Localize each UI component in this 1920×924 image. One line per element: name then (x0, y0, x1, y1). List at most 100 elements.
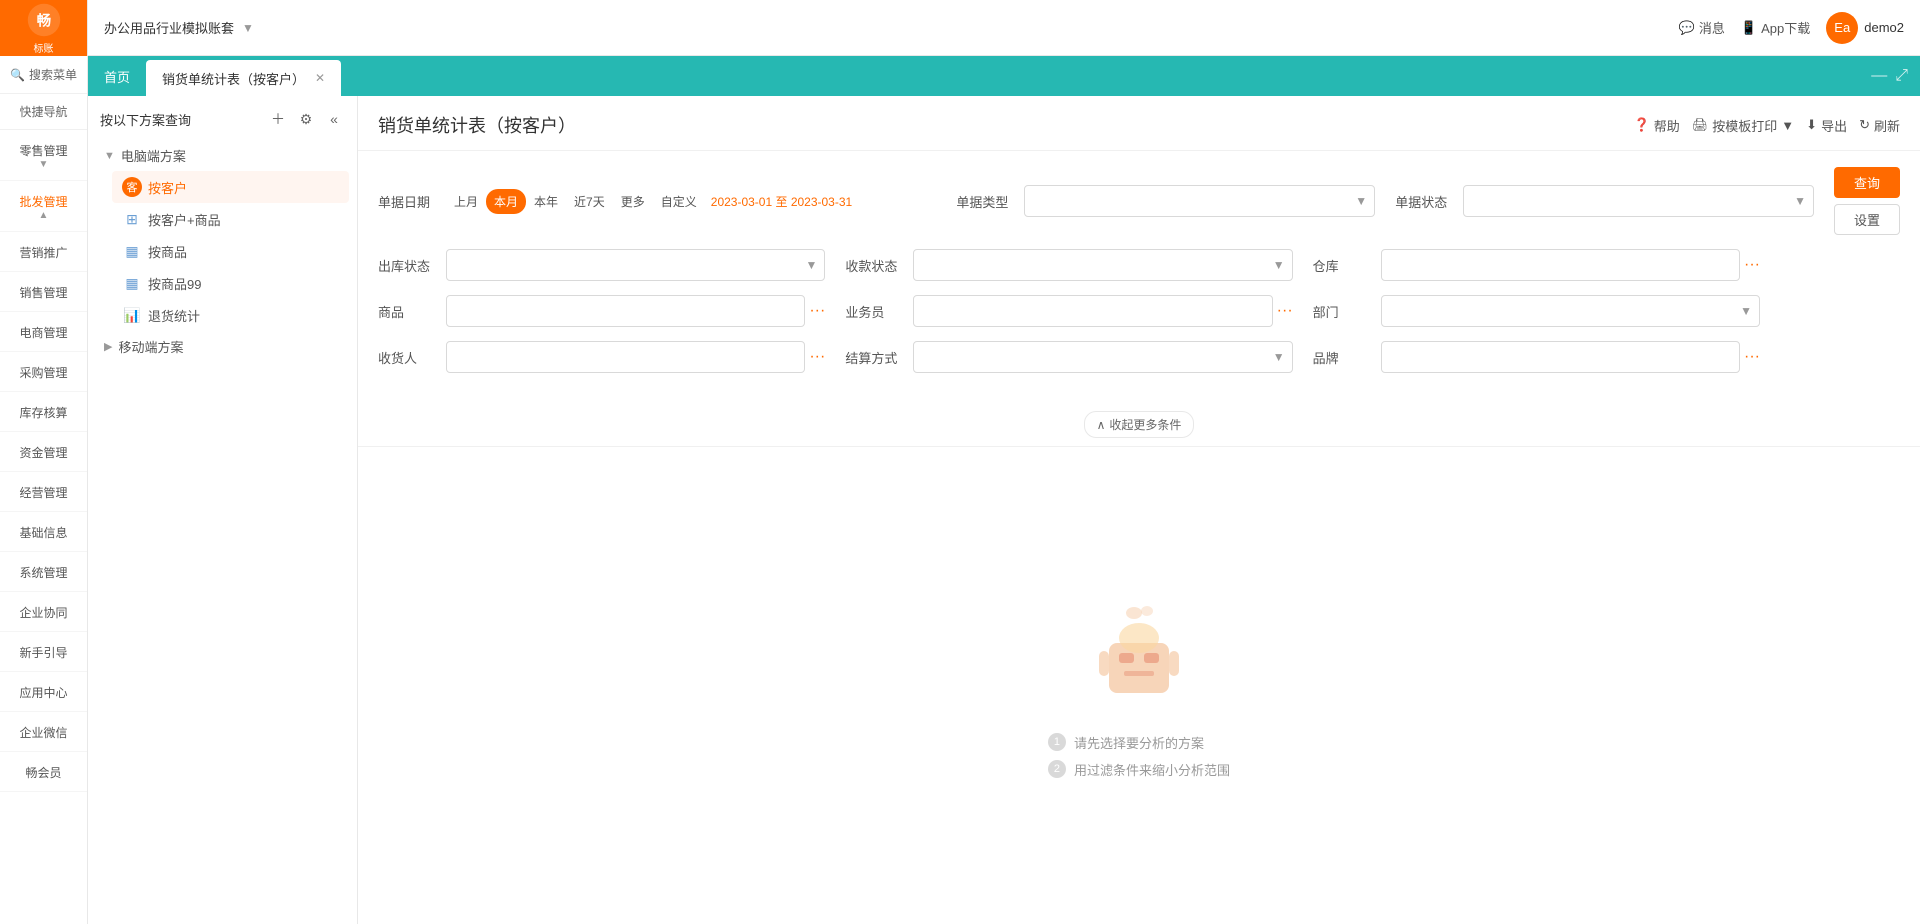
goods-dots[interactable]: ··· (809, 302, 825, 320)
edit-scheme-btn[interactable]: ⚙ (295, 108, 317, 130)
sidebar-item-wholesale[interactable]: 批发管理 ▲ (0, 181, 87, 232)
sidebar-item-enterprise-label: 企业协同 (19, 604, 67, 621)
salesperson-dots[interactable]: ··· (1277, 302, 1293, 320)
sidebar-item-purchase[interactable]: 采购管理 (0, 352, 87, 392)
department-label: 部门 (1313, 302, 1373, 321)
date-btn-more[interactable]: 更多 (613, 189, 653, 214)
sidebar-item-finance[interactable]: 资金管理 (0, 432, 87, 472)
template-print-btn[interactable]: 🖨 按模板打印 ▼ (1692, 116, 1794, 135)
date-btn-last-month[interactable]: 上月 (446, 189, 486, 214)
filter-brand: 品牌 ··· (1313, 341, 1760, 373)
tab-maximize-icon[interactable]: ⤢ (1895, 67, 1908, 85)
filter-receipt-status: 收款状态 ▼ (845, 249, 1292, 281)
app-download-btn[interactable]: 📱 App下载 (1741, 18, 1810, 37)
filter-out-status: 出库状态 ▼ (378, 249, 825, 281)
sidebar-item-sales[interactable]: 销售管理 (0, 272, 87, 312)
add-scheme-btn[interactable]: ＋ (267, 108, 289, 130)
sidebar-item-basic[interactable]: 基础信息 (0, 512, 87, 552)
order-type-select[interactable] (1024, 185, 1375, 217)
app-title-dropdown[interactable]: ▼ (242, 21, 254, 35)
warehouse-dots[interactable]: ··· (1744, 256, 1760, 274)
app-title: 办公用品行业模拟账套 (104, 18, 234, 37)
sidebar-item-wechat[interactable]: 企业微信 (0, 712, 87, 752)
export-btn[interactable]: ⬇ 导出 (1806, 116, 1847, 135)
sidebar-item-member[interactable]: 畅会员 (0, 752, 87, 792)
filter-department: 部门 ▼ (1313, 295, 1760, 327)
tab-sales-stat[interactable]: 销货单统计表（按客户） ✕ (146, 60, 341, 96)
tree-desktop[interactable]: ▼ 电脑端方案 (96, 140, 349, 171)
receiver-dots[interactable]: ··· (809, 348, 825, 366)
receipt-status-select[interactable] (913, 249, 1292, 281)
tree-desktop-arrow: ▼ (104, 150, 115, 162)
tree-child-by-goods-99[interactable]: ▦ 按商品99 (112, 267, 349, 299)
tab-home[interactable]: 首页 (88, 56, 146, 96)
filter-order-type: 单据类型 ▼ (956, 185, 1375, 217)
page-title: 销货单统计表（按客户） (378, 112, 576, 138)
quick-nav-label: 快捷导航 (19, 103, 67, 120)
user-name[interactable]: demo2 (1864, 20, 1904, 35)
tree-mobile[interactable]: ▶ 移动端方案 (96, 331, 349, 362)
query-btn[interactable]: 查询 (1834, 167, 1900, 198)
tree-child-by-customer-goods-label: 按客户+商品 (148, 210, 221, 229)
brand-input[interactable] (1381, 341, 1740, 373)
sidebar-item-member-label: 畅会员 (25, 764, 61, 781)
date-btn-this-month[interactable]: 本月 (486, 189, 526, 214)
help-btn[interactable]: ❓ 帮助 (1634, 116, 1680, 135)
brand-dots[interactable]: ··· (1744, 348, 1760, 366)
content-area: 按以下方案查询 ＋ ⚙ « ▼ 电脑端方案 客 按客户 (88, 96, 1920, 924)
empty-tips: 1 请先选择要分析的方案 2 用过滤条件来缩小分析范围 (1048, 733, 1230, 779)
tab-bar: 首页 销货单统计表（按客户） ✕ — ⤢ (88, 56, 1920, 96)
sidebar-item-purchase-label: 采购管理 (19, 364, 67, 381)
order-status-select[interactable] (1463, 185, 1814, 217)
messages-label: 消息 (1699, 18, 1725, 37)
print-icon: 🖨 (1692, 117, 1709, 133)
tree-child-by-customer-goods[interactable]: ⊞ 按客户+商品 (112, 203, 349, 235)
avatar-text: Ea (1834, 20, 1850, 35)
out-status-select[interactable] (446, 249, 825, 281)
filter-row-4: 收货人 ··· 结算方式 ▼ 品牌 (378, 341, 1900, 373)
brand-label: 品牌 (1313, 348, 1373, 367)
tab-minimize-icon[interactable]: — (1871, 67, 1887, 85)
tree-child-by-goods-99-icon: ▦ (122, 273, 142, 293)
department-select[interactable] (1381, 295, 1760, 327)
sidebar-item-ecommerce[interactable]: 电商管理 (0, 312, 87, 352)
refresh-btn[interactable]: ↻ 刷新 (1859, 116, 1900, 135)
sidebar-item-newbie[interactable]: 新手引导 (0, 632, 87, 672)
help-icon: ❓ (1634, 117, 1650, 133)
date-btn-this-year[interactable]: 本年 (526, 189, 566, 214)
tree-child-return-stats[interactable]: 📊 退货统计 (112, 299, 349, 331)
quick-nav[interactable]: 快捷导航 (0, 94, 87, 130)
salesperson-input[interactable] (913, 295, 1272, 327)
order-type-label: 单据类型 (956, 192, 1016, 211)
settings-btn[interactable]: 设置 (1834, 204, 1900, 235)
payment-method-select[interactable] (913, 341, 1292, 373)
left-panel-actions: ＋ ⚙ « (267, 108, 345, 130)
sidebar-item-operation[interactable]: 经营管理 (0, 472, 87, 512)
collapse-btn[interactable]: ∧ 收起更多条件 (1084, 411, 1195, 438)
collapse-panel-btn[interactable]: « (323, 108, 345, 130)
receiver-input[interactable] (446, 341, 805, 373)
tree-child-by-customer-icon: 客 (122, 177, 142, 197)
date-btn-custom[interactable]: 自定义 (653, 189, 705, 214)
messages-btn[interactable]: 💬 消息 (1679, 18, 1725, 37)
goods-input[interactable] (446, 295, 805, 327)
warehouse-input[interactable] (1381, 249, 1740, 281)
sidebar-search[interactable]: 🔍 搜索菜单 (0, 56, 87, 94)
page-header: 销货单统计表（按客户） ❓ 帮助 🖨 按模板打印 ▼ ⬇ 导出 (358, 96, 1920, 151)
tree-child-by-customer-label: 按客户 (148, 178, 187, 197)
help-label: 帮助 (1654, 116, 1680, 135)
tree-child-by-customer[interactable]: 客 按客户 (112, 171, 349, 203)
sidebar-item-marketing[interactable]: 营销推广 (0, 232, 87, 272)
tab-close-icon[interactable]: ✕ (315, 71, 325, 85)
tab-sales-stat-label: 销货单统计表（按客户） (162, 69, 305, 88)
sidebar-item-finance-label: 资金管理 (19, 444, 67, 461)
sidebar-item-enterprise[interactable]: 企业协同 (0, 592, 87, 632)
tree-child-by-goods[interactable]: ▦ 按商品 (112, 235, 349, 267)
sidebar-item-inventory[interactable]: 库存核算 (0, 392, 87, 432)
date-btn-last-7-days[interactable]: 近7天 (566, 189, 613, 214)
sidebar-item-retail[interactable]: 零售管理 ▼ (0, 130, 87, 181)
sidebar-item-system[interactable]: 系统管理 (0, 552, 87, 592)
receipt-status-select-wrap: ▼ (913, 249, 1292, 281)
sidebar-item-appcenter[interactable]: 应用中心 (0, 672, 87, 712)
warehouse-label: 仓库 (1313, 256, 1373, 275)
